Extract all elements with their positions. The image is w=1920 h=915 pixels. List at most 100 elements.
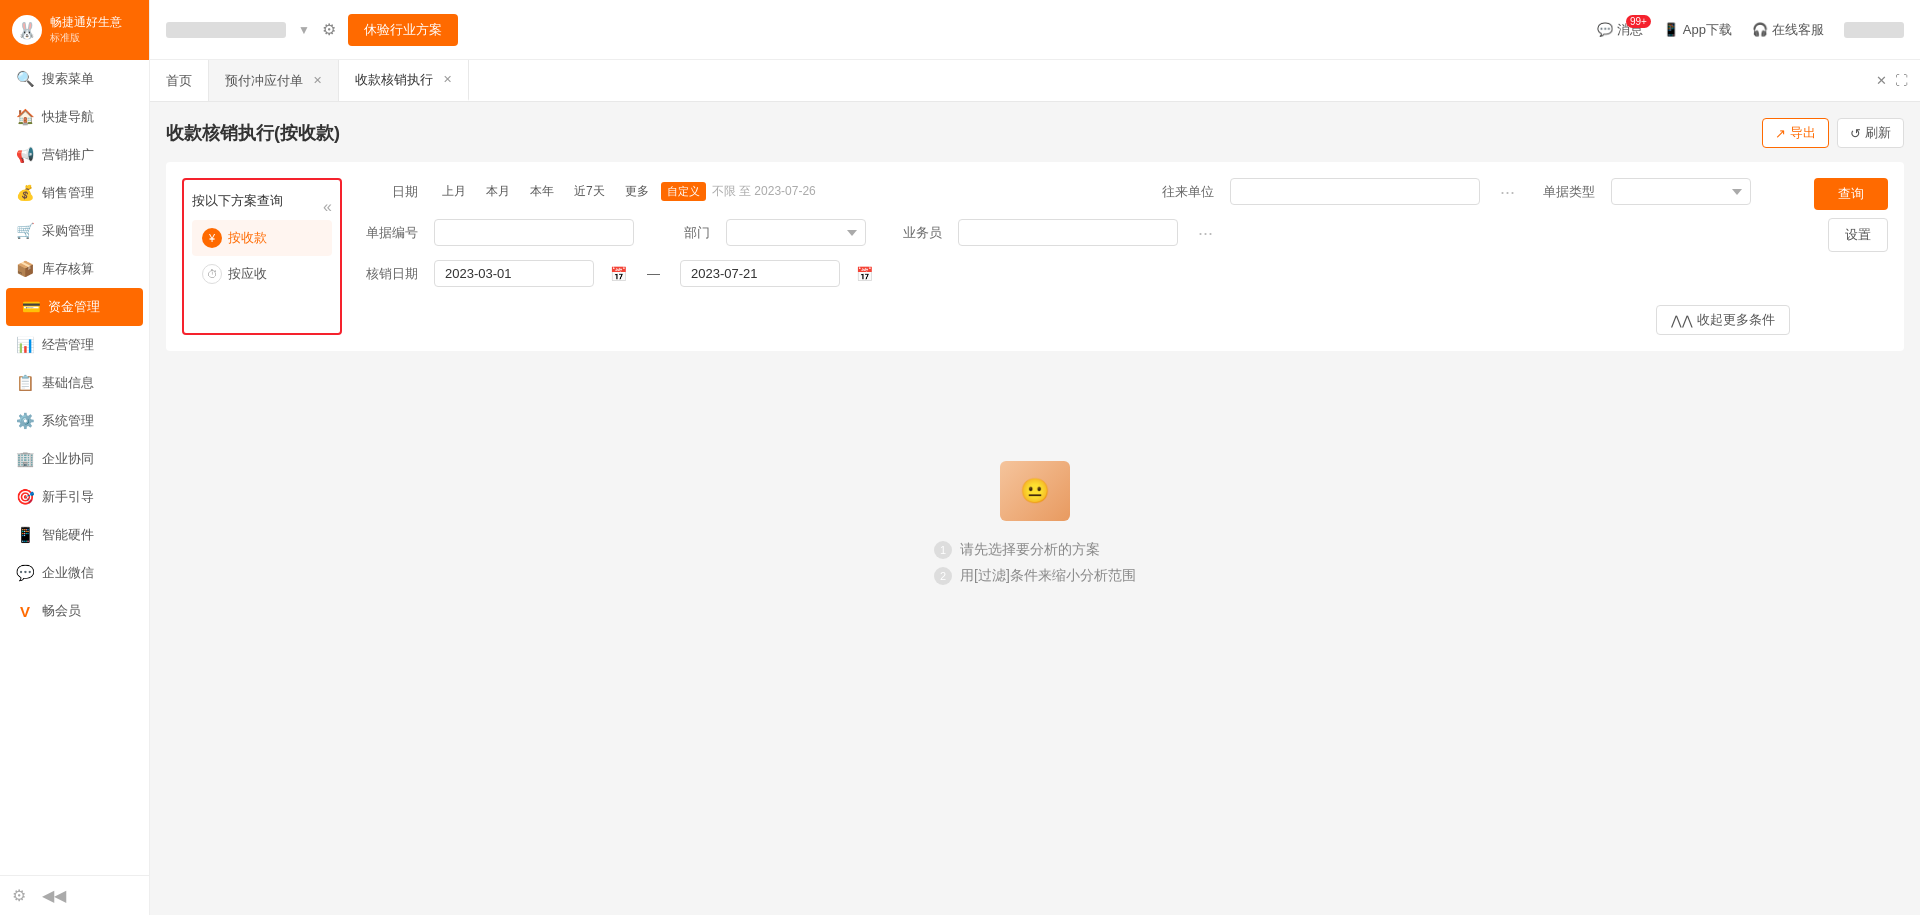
query-type-panel: 按以下方案查询 « ¥ 按收款 ⏱ 按应收 [182,178,342,335]
sidebar-item-vip[interactable]: V 畅会员 [0,592,149,630]
tab-writeoff[interactable]: 收款核销执行 ✕ [339,60,469,101]
guide-icon: 🎯 [16,488,34,506]
date-no-limit: 不限 至 2023-07-26 [712,183,816,200]
message-icon: 💬 [1597,22,1613,37]
page-header-actions: ↗ 导出 ↺ 刷新 [1762,118,1904,148]
empty-step-1-text: 请先选择要分析的方案 [960,541,1100,559]
solution-button[interactable]: 休验行业方案 [348,14,458,46]
query-type-title: 按以下方案查询 [192,192,283,210]
tab-close-icon[interactable]: ✕ [443,73,452,86]
settings-icon[interactable]: ⚙ [12,886,26,905]
sidebar-item-purchase[interactable]: 🛒 采购管理 [0,212,149,250]
tab-close-all-icon[interactable]: ✕ [1876,73,1887,88]
partner-input[interactable] [1230,178,1480,205]
filter-actions-col: 查询 设置 [1814,178,1888,252]
system-icon: ⚙️ [16,412,34,430]
sidebar-item-quick-nav[interactable]: 🏠 快捷导航 [0,98,149,136]
filter-row-2: 单据编号 部门 业务员 ··· [358,219,1790,246]
step-1-badge: 1 [934,541,952,559]
doc-no-input[interactable] [434,219,634,246]
sidebar-item-label: 基础信息 [42,374,94,392]
query-option-by-receivable[interactable]: ⏱ 按应收 [192,256,332,292]
by-receivable-label: 按应收 [228,265,267,283]
quick-nav-icon: 🏠 [16,108,34,126]
sidebar-item-label: 采购管理 [42,222,94,240]
sidebar-item-marketing[interactable]: 📢 营销推广 [0,136,149,174]
sidebar-item-finance[interactable]: 💳 资金管理 [6,288,143,326]
vip-icon: V [16,603,34,620]
empty-text-list: 1 请先选择要分析的方案 2 用[过滤]条件来缩小分析范围 [934,541,1136,585]
tab-prepay[interactable]: 预付冲应付单 ✕ [209,60,339,101]
sidebar-item-operation[interactable]: 📊 经营管理 [0,326,149,364]
sidebar-item-smart-hw[interactable]: 📱 智能硬件 [0,516,149,554]
collapse-more-label: 收起更多条件 [1697,311,1775,329]
sidebar-item-guide[interactable]: 🎯 新手引导 [0,478,149,516]
gear-icon[interactable]: ⚙ [322,20,336,39]
sales-icon: 💰 [16,184,34,202]
sidebar-item-basic-info[interactable]: 📋 基础信息 [0,364,149,402]
page-title: 收款核销执行(按收款) [166,121,340,145]
sidebar-item-system[interactable]: ⚙️ 系统管理 [0,402,149,440]
sidebar-item-label: 企业协同 [42,450,94,468]
empty-step-2-text: 用[过滤]条件来缩小分析范围 [960,567,1136,585]
export-button[interactable]: ↗ 导出 [1762,118,1829,148]
sidebar-item-label: 营销推广 [42,146,94,164]
calendar-end-icon[interactable]: 📅 [856,266,873,282]
refresh-button[interactable]: ↺ 刷新 [1837,118,1904,148]
tab-close-icon[interactable]: ✕ [313,74,322,87]
query-option-by-receipt[interactable]: ¥ 按收款 [192,220,332,256]
date-custom-badge[interactable]: 自定义 [661,182,706,201]
partner-dots-icon[interactable]: ··· [1496,183,1519,201]
date-shortcut-this-year[interactable]: 本年 [522,180,562,203]
topbar: ▼ ⚙ 休验行业方案 💬 消息 99+ 📱 App下载 🎧 在线客服 [150,0,1920,60]
sidebar-item-sales[interactable]: 💰 销售管理 [0,174,149,212]
date-shortcut-this-month[interactable]: 本月 [478,180,518,203]
sidebar-item-enterprise[interactable]: 🏢 企业协同 [0,440,149,478]
by-receipt-label: 按收款 [228,229,267,247]
sidebar-item-label: 资金管理 [48,298,100,316]
write-off-start-input[interactable] [434,260,594,287]
partner-label: 往来单位 [1154,183,1214,201]
by-receipt-icon: ¥ [202,228,222,248]
logo-sub: 标准版 [50,31,122,45]
logo-name: 畅捷通好生意 [50,15,122,31]
tab-expand-icon[interactable]: ⛶ [1895,73,1908,88]
sidebar-item-label: 搜索菜单 [42,70,94,88]
sidebar-item-label: 企业微信 [42,564,94,582]
query-button[interactable]: 查询 [1814,178,1888,210]
write-off-date-label: 核销日期 [358,265,418,283]
date-shortcut-last-month[interactable]: 上月 [434,180,474,203]
date-shortcut-group: 上月 本月 本年 近7天 更多 自定义 不限 至 2023-07-26 [434,180,1138,203]
sidebar-item-wechat[interactable]: 💬 企业微信 [0,554,149,592]
smart-hw-icon: 📱 [16,526,34,544]
step-2-badge: 2 [934,567,952,585]
message-item[interactable]: 💬 消息 99+ [1597,21,1643,39]
empty-step-2: 2 用[过滤]条件来缩小分析范围 [934,567,1136,585]
dept-select[interactable] [726,219,866,246]
online-service-icon: 🎧 [1752,22,1768,37]
dropdown-arrow-icon[interactable]: ▼ [298,23,310,37]
finance-icon: 💳 [22,298,40,316]
write-off-end-input[interactable] [680,260,840,287]
tab-label: 首页 [166,72,192,90]
export-icon: ↗ [1775,126,1786,141]
app-download-item[interactable]: 📱 App下载 [1663,21,1732,39]
sidebar-item-label: 经营管理 [42,336,94,354]
settings-button[interactable]: 设置 [1828,218,1888,252]
tabbar: 首页 预付冲应付单 ✕ 收款核销执行 ✕ ✕ ⛶ [150,60,1920,102]
date-shortcut-7days[interactable]: 近7天 [566,180,613,203]
online-service-item[interactable]: 🎧 在线客服 [1752,21,1824,39]
collapse-more-button[interactable]: ⋀⋀ 收起更多条件 [1656,305,1790,335]
app-name-blurred [166,22,286,38]
filter-row-3: 核销日期 📅 — 📅 [358,260,1790,287]
date-shortcut-more[interactable]: 更多 [617,180,657,203]
collapse-query-panel-icon[interactable]: « [323,196,332,216]
calendar-start-icon[interactable]: 📅 [610,266,627,282]
staff-input[interactable] [958,219,1178,246]
sidebar-item-search-menu[interactable]: 🔍 搜索菜单 [0,60,149,98]
collapse-sidebar-icon[interactable]: ◀◀ [42,886,66,905]
tab-home[interactable]: 首页 [150,60,209,101]
staff-dots-icon[interactable]: ··· [1194,224,1217,242]
doc-type-select[interactable] [1611,178,1751,205]
sidebar-item-inventory[interactable]: 📦 库存核算 [0,250,149,288]
